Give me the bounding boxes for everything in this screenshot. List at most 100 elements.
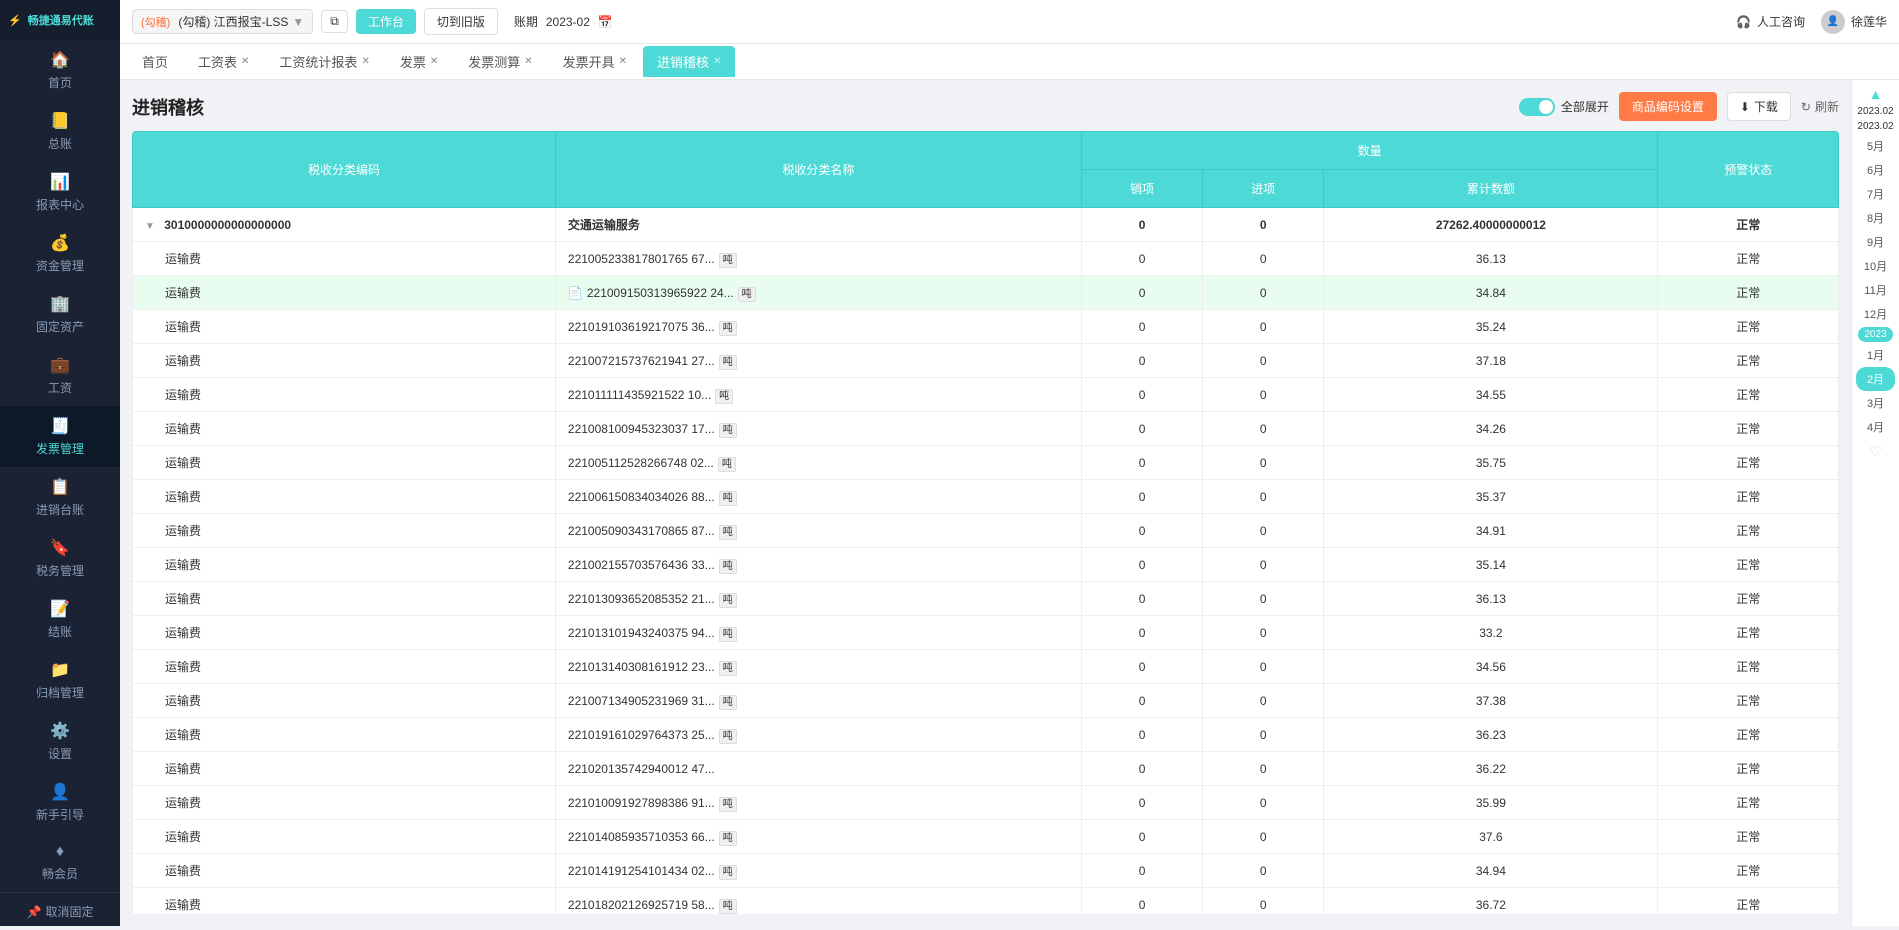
download-button[interactable]: ⬇ 下载: [1727, 92, 1791, 121]
month-10[interactable]: 10月: [1852, 254, 1899, 278]
tab-sales-check[interactable]: 进销稽核 ✕: [643, 46, 735, 77]
tab-invoice-close-icon[interactable]: ✕: [430, 56, 438, 67]
sidebar-item-closing[interactable]: 📝 结账: [0, 589, 120, 650]
page-header: 进销稽核 全部展开 商品编码设置 ⬇ 下载 ↻ 刷新: [132, 92, 1839, 121]
sidebar-item-tax[interactable]: 🔖 税务管理: [0, 528, 120, 589]
sidebar-item-archive[interactable]: 📁 归档管理: [0, 650, 120, 711]
tab-invoice-issue-close-icon[interactable]: ✕: [619, 56, 627, 67]
timeline-up-arrow[interactable]: ▲: [1869, 84, 1883, 104]
month-4[interactable]: 4月: [1852, 415, 1899, 439]
table-row[interactable]: 运输费 221008100945323037 17...吨 0 0 34.26 …: [133, 412, 1839, 446]
file-icon: 📄: [568, 286, 583, 300]
sidebar: ⚡ 畅捷通易代账 🏠 首页 📒 总账 📊 报表中心 💰 资金管理 🏢 固定资产 …: [0, 0, 120, 926]
unit-flag: 吨: [719, 355, 737, 370]
item-name-cell: 运输费: [133, 344, 556, 378]
table-row[interactable]: 运输费 221005112528266748 02...吨 0 0 35.75 …: [133, 446, 1839, 480]
copy-button[interactable]: ⧉: [321, 10, 348, 33]
product-code-settings-button[interactable]: 商品编码设置: [1619, 92, 1717, 121]
sidebar-item-funds[interactable]: 💰 资金管理: [0, 223, 120, 284]
expand-toggle[interactable]: [1519, 98, 1555, 116]
item-cumulative-cell: 36.22: [1324, 752, 1658, 786]
table-row[interactable]: 运输费 221005233817801765 67...吨 0 0 36.13 …: [133, 242, 1839, 276]
item-purchase-cell: 0: [1203, 242, 1324, 276]
table-row[interactable]: 运输费 221014191254101434 02...吨 0 0 34.94 …: [133, 854, 1839, 888]
sidebar-item-member[interactable]: ♦ 畅会员: [0, 833, 120, 892]
pin-toggle[interactable]: 📌 取消固定: [0, 892, 120, 930]
item-cumulative-cell: 35.14: [1324, 548, 1658, 582]
table-row[interactable]: 运输费 221018202126925719 58...吨 0 0 36.72 …: [133, 888, 1839, 915]
tab-invoice[interactable]: 发票 ✕: [386, 46, 452, 77]
table-row[interactable]: 运输费 221014085935710353 66...吨 0 0 37.6 正…: [133, 820, 1839, 854]
tab-salary-table-label: 工资表: [198, 52, 237, 71]
sidebar-item-assets[interactable]: 🏢 固定资产: [0, 284, 120, 345]
table-row[interactable]: 运输费 221013101943240375 94...吨 0 0 33.2 正…: [133, 616, 1839, 650]
expand-icon[interactable]: ▼: [145, 221, 155, 232]
month-12[interactable]: 12月: [1852, 302, 1899, 326]
table-row[interactable]: ▼ 3010000000000000000 交通运输服务 0 0 27262.4…: [133, 208, 1839, 242]
sidebar-item-purchase-sales[interactable]: 📋 进销台账: [0, 467, 120, 528]
sidebar-item-ledger[interactable]: 📒 总账: [0, 101, 120, 162]
sidebar-label-funds: 资金管理: [36, 257, 84, 274]
tab-sales-check-close-icon[interactable]: ✕: [713, 56, 721, 67]
sidebar-item-invoice[interactable]: 🧾 发票管理: [0, 406, 120, 467]
refresh-button[interactable]: ↻ 刷新: [1801, 98, 1839, 115]
tab-salary-close-icon[interactable]: ✕: [241, 56, 249, 67]
table-row[interactable]: 运输费 221011111435921522 10...吨 0 0 34.55 …: [133, 378, 1839, 412]
month-5[interactable]: 5月: [1852, 134, 1899, 158]
item-name-cell: 运输费: [133, 854, 556, 888]
month-9[interactable]: 9月: [1852, 230, 1899, 254]
tab-salary-report[interactable]: 工资统计报表 ✕: [265, 46, 383, 77]
item-sales-cell: 0: [1081, 888, 1202, 915]
assets-icon: 🏢: [50, 294, 70, 314]
support-info[interactable]: 🎧 人工咨询: [1736, 13, 1805, 30]
tab-salary-report-close-icon[interactable]: ✕: [361, 56, 369, 67]
table-row[interactable]: 运输费 221002155703576436 33...吨 0 0 35.14 …: [133, 548, 1839, 582]
table-row[interactable]: 运输费 221013140308161912 23...吨 0 0 34.56 …: [133, 650, 1839, 684]
month-8[interactable]: 8月: [1852, 206, 1899, 230]
period-label: 账期: [514, 13, 538, 30]
unit-flag: 吨: [719, 253, 737, 268]
table-row[interactable]: 运输费 221005090343170865 87...吨 0 0 34.91 …: [133, 514, 1839, 548]
sidebar-item-home[interactable]: 🏠 首页: [0, 40, 120, 101]
item-invoice-cell: 221005233817801765 67...吨: [555, 242, 1081, 276]
month-2[interactable]: 2月: [1856, 367, 1895, 391]
category-code-cell: ▼ 3010000000000000000: [133, 208, 556, 242]
item-purchase-cell: 0: [1203, 684, 1324, 718]
month-6[interactable]: 6月: [1852, 158, 1899, 182]
month-7[interactable]: 7月: [1852, 182, 1899, 206]
table-row[interactable]: 运输费 221007215737621941 27...吨 0 0 37.18 …: [133, 344, 1839, 378]
month-1[interactable]: 1月: [1852, 343, 1899, 367]
table-row[interactable]: 运输费 221007134905231969 31...吨 0 0 37.38 …: [133, 684, 1839, 718]
table-row[interactable]: 运输费 221019103619217075 36...吨 0 0 35.24 …: [133, 310, 1839, 344]
table-row[interactable]: 运输费 📄221009150313965922 24...吨 0 0 34.84…: [133, 276, 1839, 310]
tab-invoice-calc[interactable]: 发票测算 ✕: [454, 46, 546, 77]
sidebar-item-salary[interactable]: 💼 工资: [0, 345, 120, 406]
item-cumulative-cell: 36.13: [1324, 582, 1658, 616]
table-row[interactable]: 运输费 221019161029764373 25...吨 0 0 36.23 …: [133, 718, 1839, 752]
switch-version-button[interactable]: 切到旧版: [424, 8, 498, 35]
company-selector[interactable]: (勾稽) (勾稽) 江西报宝-LSS ▼: [132, 9, 313, 34]
tab-invoice-issue[interactable]: 发票开具 ✕: [549, 46, 641, 77]
calendar-icon[interactable]: 📅: [598, 15, 613, 29]
table-row[interactable]: 运输费 221006150834034026 88...吨 0 0 35.37 …: [133, 480, 1839, 514]
content-area: 进销稽核 全部展开 商品编码设置 ⬇ 下载 ↻ 刷新: [120, 80, 1899, 926]
tab-invoice-calc-close-icon[interactable]: ✕: [524, 56, 532, 67]
table-row[interactable]: 运输费 221010091927898386 91...吨 0 0 35.99 …: [133, 786, 1839, 820]
sidebar-item-guide[interactable]: 👤 新手引导: [0, 772, 120, 833]
item-name-cell: 运输费: [133, 242, 556, 276]
user-profile[interactable]: 👤 徐莲华: [1821, 10, 1887, 34]
tab-salary-report-label: 工资统计报表: [279, 52, 357, 71]
item-cumulative-cell: 35.75: [1324, 446, 1658, 480]
table-row[interactable]: 运输费 221020135742940012 47... 0 0 36.22 正…: [133, 752, 1839, 786]
tab-home[interactable]: 首页: [128, 46, 182, 77]
month-11[interactable]: 11月: [1852, 278, 1899, 302]
item-status-cell: 正常: [1658, 718, 1839, 752]
item-sales-cell: 0: [1081, 582, 1202, 616]
workbench-button[interactable]: 工作台: [356, 9, 416, 34]
month-3[interactable]: 3月: [1852, 391, 1899, 415]
table-row[interactable]: 运输费 221013093652085352 21...吨 0 0 36.13 …: [133, 582, 1839, 616]
sidebar-item-settings[interactable]: ⚙️ 设置: [0, 711, 120, 772]
item-status-cell: 正常: [1658, 616, 1839, 650]
tab-salary-table[interactable]: 工资表 ✕: [184, 46, 263, 77]
sidebar-item-reports[interactable]: 📊 报表中心: [0, 162, 120, 223]
